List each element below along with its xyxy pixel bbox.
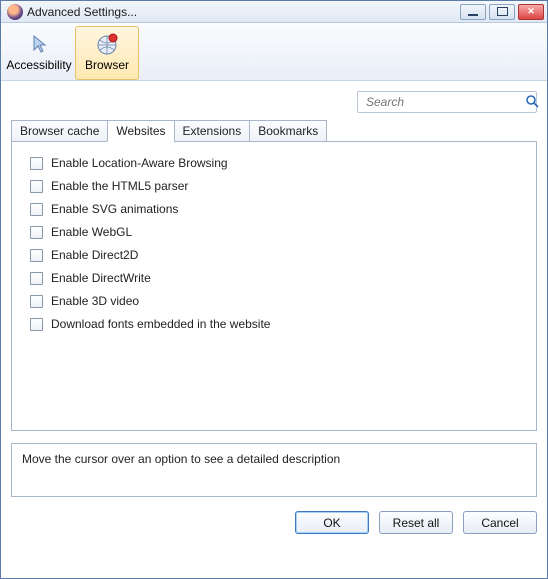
ribbon-label: Browser (85, 58, 129, 72)
search-row (11, 91, 537, 113)
option-row[interactable]: Enable DirectWrite (30, 271, 518, 285)
checkbox[interactable] (30, 226, 43, 239)
ribbon: Accessibility Browser (1, 23, 547, 81)
cancel-button[interactable]: Cancel (463, 511, 537, 534)
checkbox[interactable] (30, 180, 43, 193)
cursor-icon (25, 30, 53, 58)
checkbox[interactable] (30, 295, 43, 308)
tab-bookmarks[interactable]: Bookmarks (249, 120, 327, 142)
titlebar: Advanced Settings... (1, 1, 547, 23)
option-row[interactable]: Enable WebGL (30, 225, 518, 239)
option-row[interactable]: Enable Location-Aware Browsing (30, 156, 518, 170)
checkbox[interactable] (30, 157, 43, 170)
tab-extensions[interactable]: Extensions (174, 120, 251, 142)
description-panel: Move the cursor over an option to see a … (11, 443, 537, 497)
button-row: OK Reset all Cancel (11, 511, 537, 534)
option-row[interactable]: Enable SVG animations (30, 202, 518, 216)
option-row[interactable]: Enable the HTML5 parser (30, 179, 518, 193)
tab-browser-cache[interactable]: Browser cache (11, 120, 108, 142)
window-title: Advanced Settings... (27, 5, 460, 19)
option-label: Enable Direct2D (51, 248, 138, 262)
tab-panel: Enable Location-Aware Browsing Enable th… (11, 141, 537, 431)
maximize-button[interactable] (489, 4, 515, 20)
checkbox[interactable] (30, 318, 43, 331)
option-row[interactable]: Enable 3D video (30, 294, 518, 308)
option-label: Enable Location-Aware Browsing (51, 156, 228, 170)
minimize-button[interactable] (460, 4, 486, 20)
search-input[interactable] (364, 94, 525, 110)
option-label: Enable DirectWrite (51, 271, 151, 285)
tab-strip: Browser cache Websites Extensions Bookma… (11, 120, 537, 142)
option-row[interactable]: Download fonts embedded in the website (30, 317, 518, 331)
ribbon-label: Accessibility (6, 58, 71, 72)
app-icon (7, 4, 23, 20)
search-icon (525, 94, 539, 111)
option-label: Enable SVG animations (51, 202, 178, 216)
checkbox[interactable] (30, 249, 43, 262)
checkbox[interactable] (30, 272, 43, 285)
globe-icon (93, 30, 121, 58)
reset-all-button[interactable]: Reset all (379, 511, 453, 534)
advanced-settings-window: Advanced Settings... Accessibility Brows… (0, 0, 548, 579)
tab-websites[interactable]: Websites (107, 120, 174, 142)
option-label: Enable WebGL (51, 225, 132, 239)
option-label: Download fonts embedded in the website (51, 317, 270, 331)
ribbon-item-browser[interactable]: Browser (75, 26, 139, 80)
ribbon-item-accessibility[interactable]: Accessibility (7, 26, 71, 80)
body: Browser cache Websites Extensions Bookma… (1, 81, 547, 578)
option-label: Enable 3D video (51, 294, 139, 308)
checkbox[interactable] (30, 203, 43, 216)
option-row[interactable]: Enable Direct2D (30, 248, 518, 262)
search-box[interactable] (357, 91, 537, 113)
option-label: Enable the HTML5 parser (51, 179, 188, 193)
window-buttons (460, 4, 544, 20)
ok-button[interactable]: OK (295, 511, 369, 534)
close-button[interactable] (518, 4, 544, 20)
